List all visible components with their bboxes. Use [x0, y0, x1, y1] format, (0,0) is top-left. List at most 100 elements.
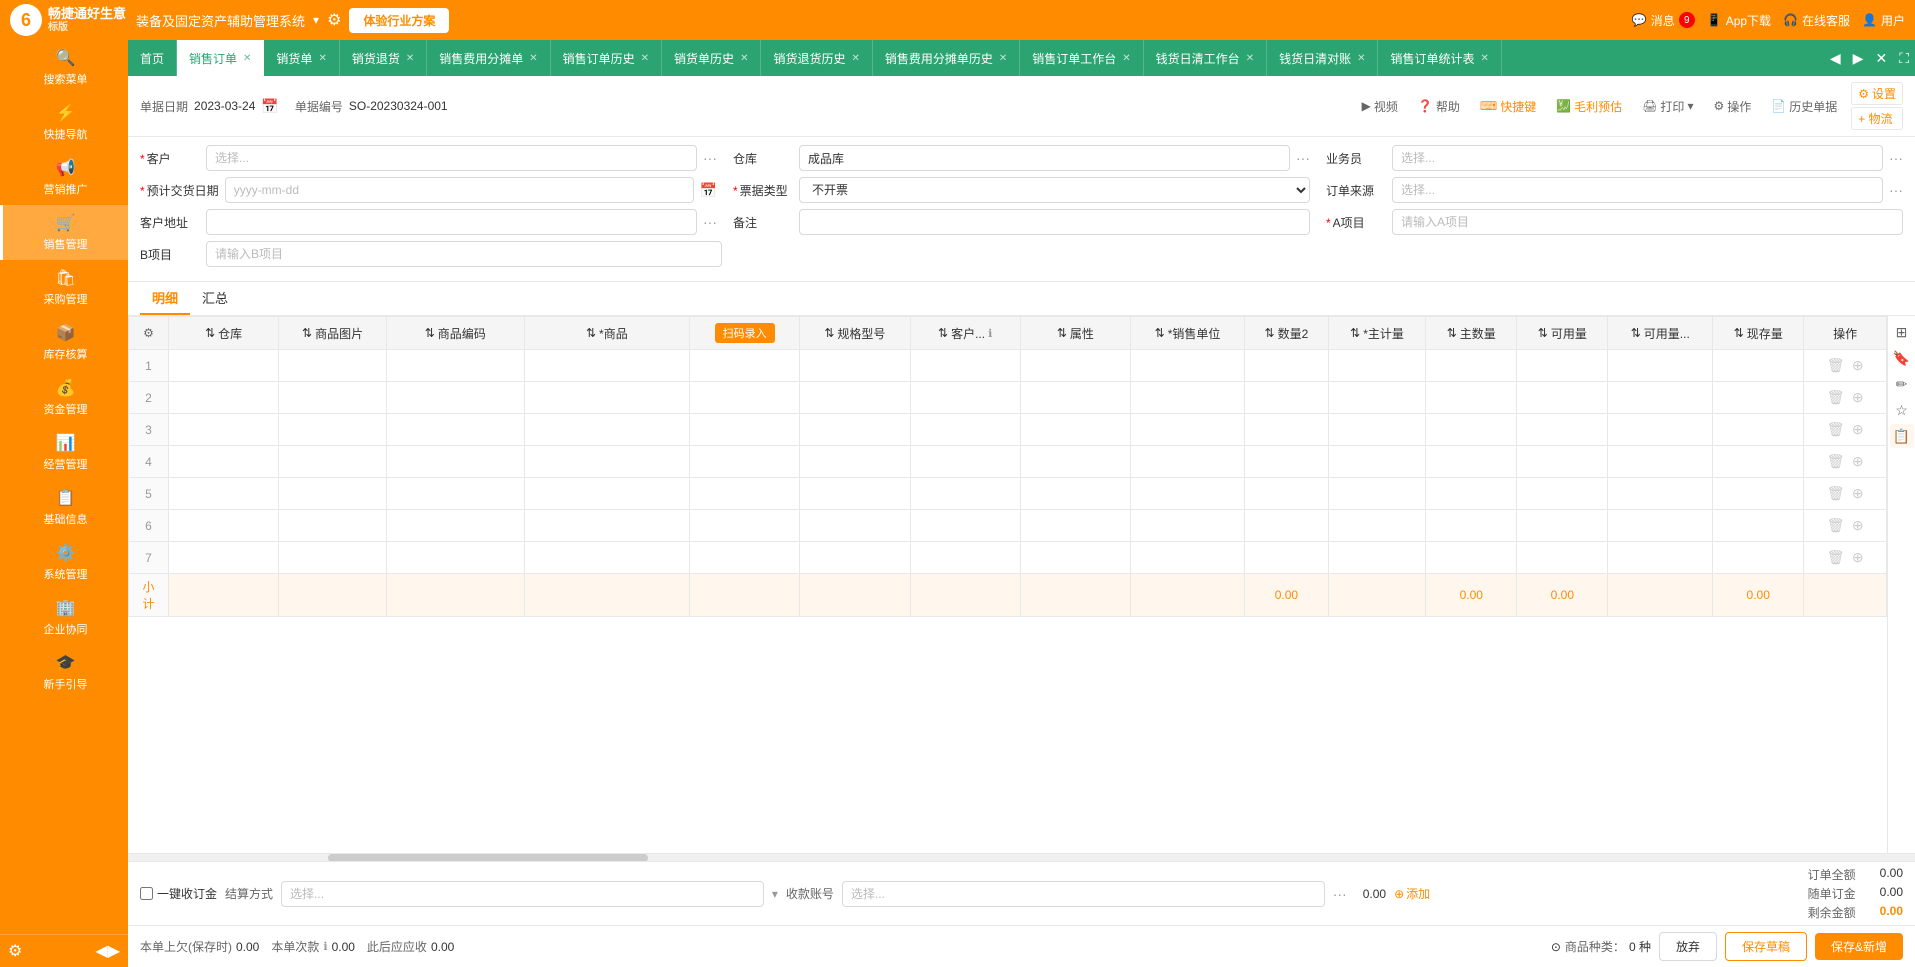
delivery-date-input[interactable] [225, 177, 694, 203]
row-delete-5[interactable]: 🗑 [1827, 485, 1845, 501]
customer-more-btn[interactable]: ··· [703, 150, 717, 166]
row-cust-1[interactable] [910, 350, 1020, 382]
row-name-7[interactable] [524, 542, 689, 574]
one-click-deposit-check[interactable]: 一键收订金 [140, 885, 217, 902]
warehouse-more-btn[interactable]: ··· [1296, 150, 1310, 166]
save-draft-btn[interactable]: 保存草稿 [1725, 932, 1807, 961]
row-mainqty-3[interactable] [1426, 414, 1517, 446]
cust-info-icon[interactable]: ℹ [988, 327, 992, 340]
sidebar-item-ops[interactable]: 📊经营管理 [0, 425, 128, 480]
row-cust-4[interactable] [910, 446, 1020, 478]
ops-btn[interactable]: ⚙ 操作 [1707, 96, 1757, 117]
history-btn[interactable]: 📄 历史单据 [1765, 96, 1843, 117]
tab-close-all-btn[interactable]: ✕ [1869, 40, 1893, 76]
row-unit-6[interactable] [1131, 510, 1245, 542]
row-delete-4[interactable]: 🗑 [1827, 453, 1845, 469]
row-wh-4[interactable] [169, 446, 279, 478]
row-name-4[interactable] [524, 446, 689, 478]
row-delete-2[interactable]: 🗑 [1827, 389, 1845, 405]
tab-sales_fee[interactable]: 销售费用分摊单✕ [427, 40, 550, 76]
row-code-1[interactable] [386, 350, 524, 382]
settlement-input[interactable] [281, 881, 764, 907]
tab-close-cash_check[interactable]: ✕ [1357, 53, 1365, 64]
row-qty2-7[interactable] [1245, 542, 1329, 574]
row-qty2-1[interactable] [1245, 350, 1329, 382]
sidebar-item-marketing[interactable]: 📢营销推广 [0, 150, 128, 205]
row-name-2[interactable] [524, 382, 689, 414]
row-copy-3[interactable]: ⊕ [1852, 421, 1864, 437]
sidebar-item-sales[interactable]: 🛒销售管理 [0, 205, 128, 260]
tab-maximize-btn[interactable]: ⛶ [1893, 40, 1915, 76]
tab-sales_stat[interactable]: 销售订单统计表✕ [1378, 40, 1501, 76]
tab-detail[interactable]: 明细 [140, 282, 190, 315]
row-qty2-4[interactable] [1245, 446, 1329, 478]
row-attr-6[interactable] [1020, 510, 1130, 542]
row-delete-3[interactable]: 🗑 [1827, 421, 1845, 437]
row-mainqty-5[interactable] [1426, 478, 1517, 510]
tab-close-sales_return[interactable]: ✕ [318, 53, 326, 64]
sidebar-item-guide[interactable]: 🎓新手引导 [0, 645, 128, 700]
row-unit-1[interactable] [1131, 350, 1245, 382]
row-cust-6[interactable] [910, 510, 1020, 542]
print-btn[interactable]: 🖨 打印 ▾ [1636, 96, 1699, 117]
row-code-3[interactable] [386, 414, 524, 446]
row-attr-5[interactable] [1020, 478, 1130, 510]
row-qty2-2[interactable] [1245, 382, 1329, 414]
row-copy-2[interactable]: ⊕ [1852, 389, 1864, 405]
row-attr-1[interactable] [1020, 350, 1130, 382]
row-name-5[interactable] [524, 478, 689, 510]
right-tool-grid[interactable]: ⊞ [1890, 320, 1914, 344]
row-unit-2[interactable] [1131, 382, 1245, 414]
row-unit-5[interactable] [1131, 478, 1245, 510]
app-download-btn[interactable]: 📱 App下载 [1707, 12, 1771, 29]
tab-cash_daily[interactable]: 钱货日清工作台✕ [1144, 40, 1267, 76]
row-mainqty-6[interactable] [1426, 510, 1517, 542]
tab-sales_order_workbench[interactable]: 销售订单工作台✕ [1020, 40, 1143, 76]
view-video-btn[interactable]: ▶ 视频 [1356, 96, 1404, 117]
tab-next-btn[interactable]: ▶ [1847, 40, 1870, 76]
sidebar-item-search[interactable]: 🔍搜索菜单 [0, 40, 128, 95]
row-spec-7[interactable] [800, 542, 910, 574]
row-code-4[interactable] [386, 446, 524, 478]
b-project-input[interactable] [206, 241, 722, 267]
shortcut-btn[interactable]: ⌨ 快捷键 [1474, 96, 1542, 117]
row-wh-1[interactable] [169, 350, 279, 382]
warehouse-input[interactable] [799, 145, 1290, 171]
row-code-6[interactable] [386, 510, 524, 542]
account-more-btn[interactable]: ··· [1333, 886, 1347, 902]
row-uom-5[interactable] [1328, 478, 1425, 510]
settlement-dropdown-icon[interactable]: ▾ [772, 887, 778, 901]
row-spec-6[interactable] [800, 510, 910, 542]
dropdown-arrow[interactable]: ▾ [313, 13, 319, 27]
tab-sales_return_history[interactable]: 销货单历史✕ [662, 40, 761, 76]
row-mainqty-7[interactable] [1426, 542, 1517, 574]
add-payment-btn[interactable]: ⊕ 添加 [1394, 885, 1430, 902]
tab-close-sales_refund_history[interactable]: ✕ [851, 53, 859, 64]
curr-debt-info-icon[interactable]: ℹ [323, 940, 327, 953]
row-cust-5[interactable] [910, 478, 1020, 510]
tab-cash_check[interactable]: 钱货日清对账✕ [1267, 40, 1378, 76]
row-delete-7[interactable]: 🗑 [1827, 549, 1845, 565]
right-tool-task[interactable]: 📋 [1890, 424, 1914, 448]
online-service-btn[interactable]: 🎧 在线客服 [1783, 12, 1850, 29]
tab-close-sales_order[interactable]: ✕ [243, 53, 251, 64]
customer-addr-more-btn[interactable]: ··· [703, 214, 717, 230]
one-click-checkbox[interactable] [140, 887, 153, 900]
a-project-input[interactable] [1392, 209, 1903, 235]
row-mainqty-4[interactable] [1426, 446, 1517, 478]
remark-input[interactable] [799, 209, 1310, 235]
row-unit-3[interactable] [1131, 414, 1245, 446]
save-new-btn[interactable]: 保存&新增 [1815, 933, 1903, 960]
sidebar-item-quick[interactable]: ⚡快捷导航 [0, 95, 128, 150]
row-uom-2[interactable] [1328, 382, 1425, 414]
row-attr-2[interactable] [1020, 382, 1130, 414]
discard-btn[interactable]: 放弃 [1659, 932, 1717, 961]
row-wh-2[interactable] [169, 382, 279, 414]
invoice-select[interactable]: 不开票 增值税普通发票 增值税专用发票 [799, 177, 1310, 203]
row-code-7[interactable] [386, 542, 524, 574]
tab-close-sales_stat[interactable]: ✕ [1481, 53, 1489, 64]
horizontal-scrollbar[interactable] [128, 853, 1915, 861]
row-uom-1[interactable] [1328, 350, 1425, 382]
row-copy-4[interactable]: ⊕ [1852, 453, 1864, 469]
row-wh-5[interactable] [169, 478, 279, 510]
